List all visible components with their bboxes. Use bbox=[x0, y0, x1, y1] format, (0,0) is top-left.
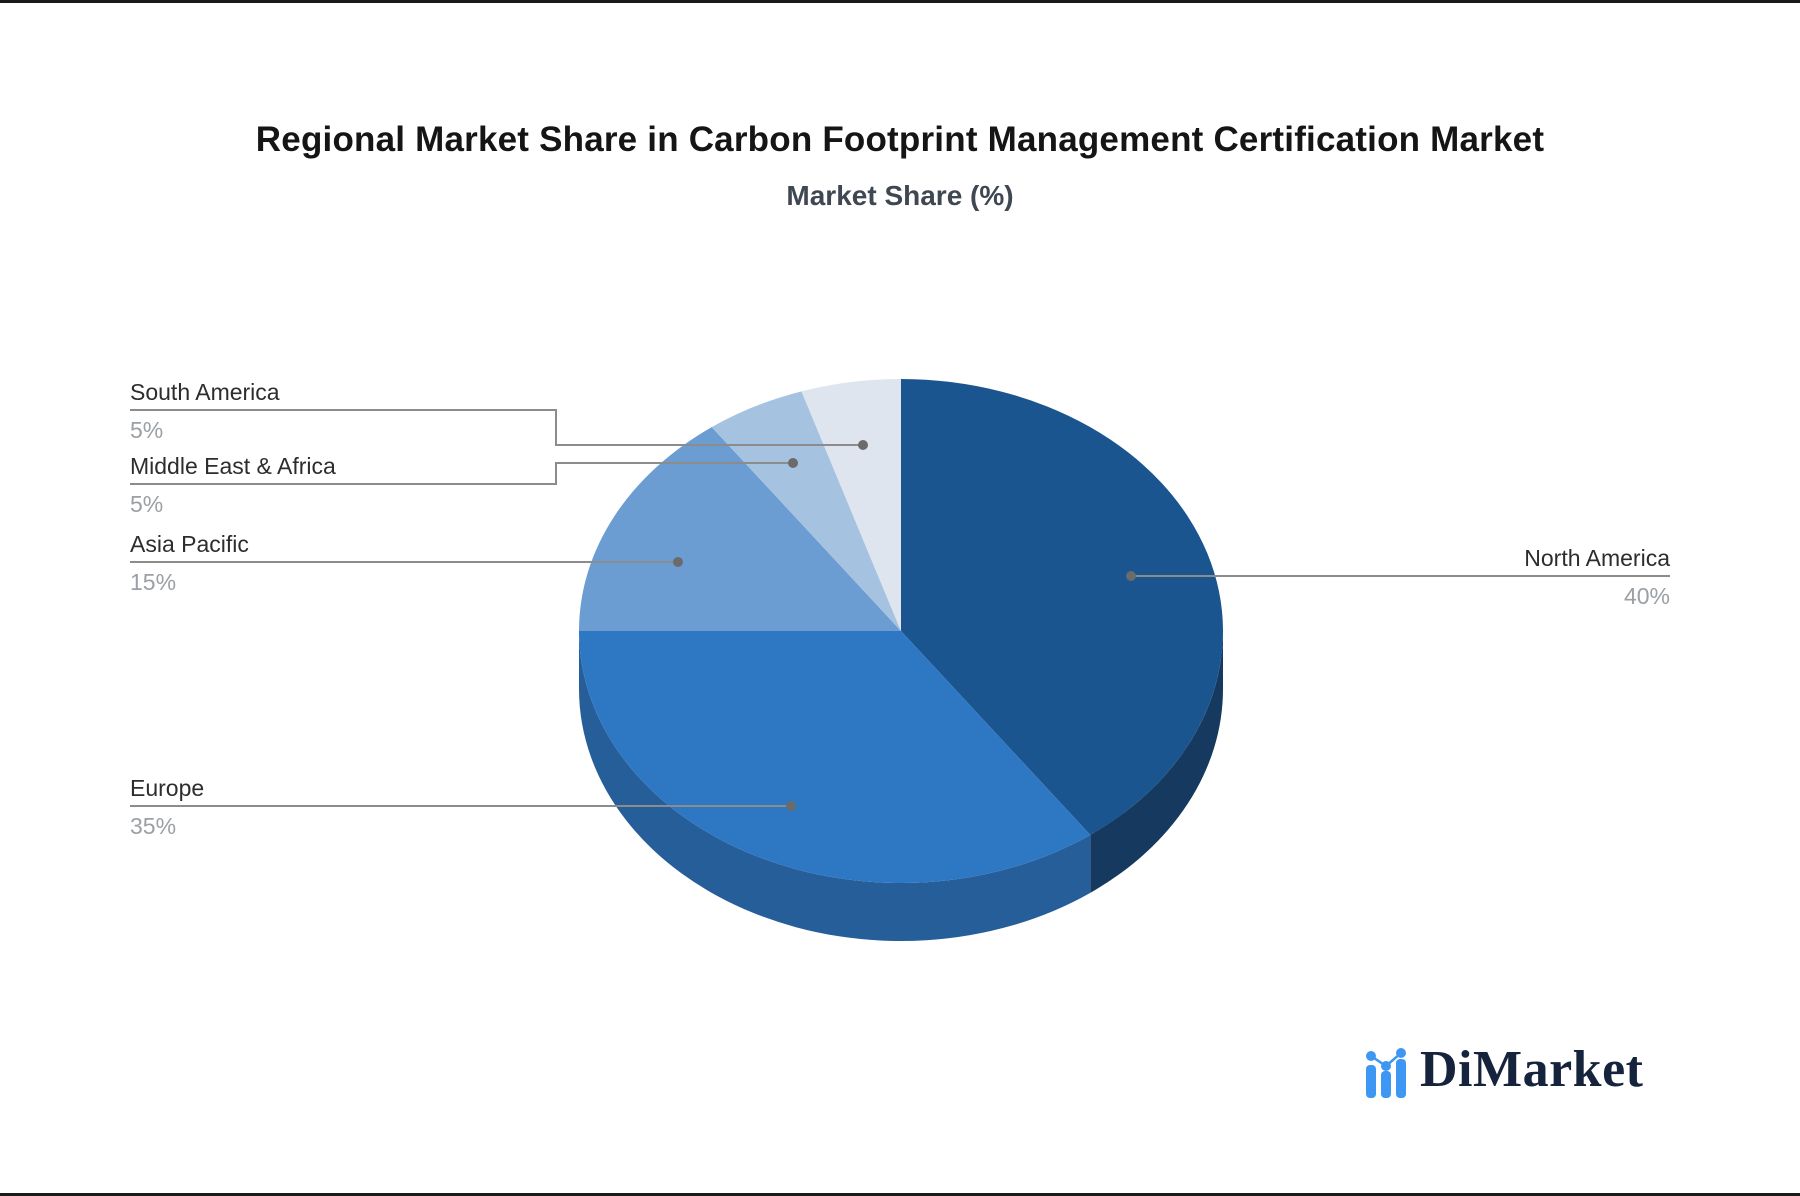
slice-pct-asia-pacific: 15% bbox=[130, 569, 176, 595]
brand-wordmark: DiMarket bbox=[1420, 1041, 1644, 1098]
leader-dot-europe bbox=[786, 801, 796, 811]
slice-label-middle-east-africa: Middle East & Africa bbox=[130, 453, 336, 479]
leader-dot-north-america bbox=[1126, 571, 1136, 581]
slice-label-north-america: North America bbox=[1524, 545, 1670, 571]
slice-pct-south-america: 5% bbox=[130, 417, 163, 443]
leader-dot-asia-pacific bbox=[673, 557, 683, 567]
slice-label-south-america: South America bbox=[130, 379, 280, 405]
slice-pct-middle-east-africa: 5% bbox=[130, 491, 163, 517]
brand-logo: DiMarket bbox=[1364, 1040, 1643, 1100]
slice-pct-north-america: 40% bbox=[1624, 583, 1670, 609]
slice-pct-europe: 35% bbox=[130, 813, 176, 839]
pie-chart: North America 40% Europe 35% Asia Pacific 15%… bbox=[130, 379, 1670, 941]
leader-dot-south-america bbox=[858, 440, 868, 450]
slice-label-asia-pacific: Asia Pacific bbox=[130, 531, 249, 557]
slice-label-europe: Europe bbox=[130, 775, 204, 801]
leader-dot-middle-east-africa bbox=[788, 458, 798, 468]
chart-canvas: Regional Market Share in Carbon Footprin… bbox=[0, 0, 1800, 1196]
bar-sparkline-icon bbox=[1366, 1048, 1406, 1098]
